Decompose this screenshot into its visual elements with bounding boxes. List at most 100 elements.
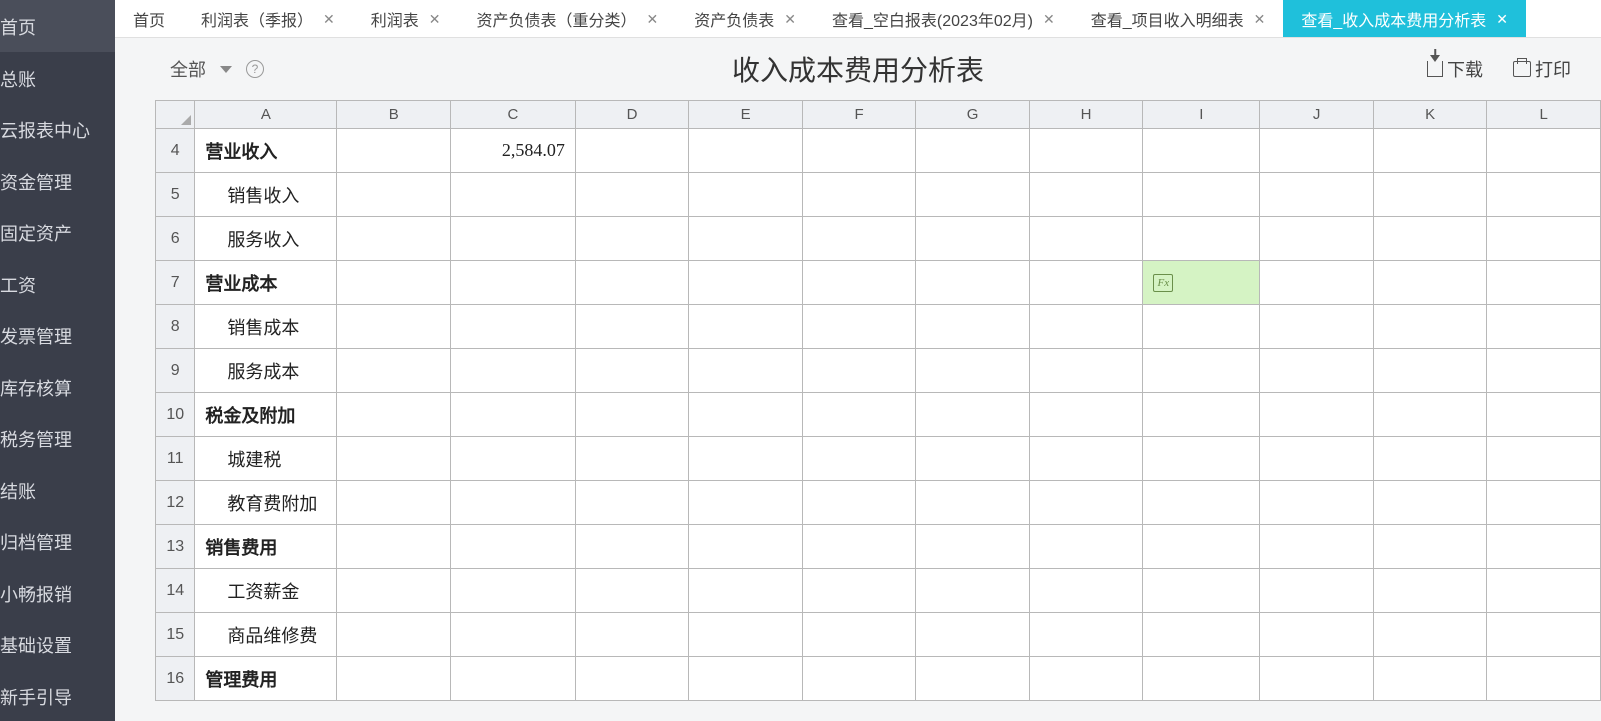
cell-J7[interactable] [1260, 261, 1373, 305]
cell-G8[interactable] [916, 305, 1029, 349]
cell-F9[interactable] [802, 349, 915, 393]
cell-D16[interactable] [575, 657, 688, 701]
cell-L8[interactable] [1487, 305, 1601, 349]
cell-E14[interactable] [689, 569, 802, 613]
formula-icon[interactable]: Fx [1153, 274, 1173, 292]
sidebar-item-12[interactable]: 基础设置 [0, 618, 115, 670]
cell-B8[interactable] [337, 305, 450, 349]
cell-J6[interactable] [1260, 217, 1373, 261]
cell-C10[interactable] [450, 393, 575, 437]
cell-B6[interactable] [337, 217, 450, 261]
cell-B13[interactable] [337, 525, 450, 569]
cell-C7[interactable] [450, 261, 575, 305]
sidebar-item-13[interactable]: 新手引导 [0, 670, 115, 721]
tab-2[interactable]: 利润表✕ [353, 0, 459, 37]
tab-1[interactable]: 利润表（季报）✕ [183, 0, 353, 37]
cell-I13[interactable] [1143, 525, 1260, 569]
close-icon[interactable]: ✕ [647, 12, 659, 26]
cell-G14[interactable] [916, 569, 1029, 613]
print-button[interactable]: 打印 [1513, 56, 1571, 82]
column-header-J[interactable]: J [1260, 101, 1373, 129]
cell-A10[interactable]: 税金及附加 [195, 393, 337, 437]
cell-C8[interactable] [450, 305, 575, 349]
cell-E10[interactable] [689, 393, 802, 437]
cell-C12[interactable] [450, 481, 575, 525]
cell-F10[interactable] [802, 393, 915, 437]
cell-F7[interactable] [802, 261, 915, 305]
cell-C9[interactable] [450, 349, 575, 393]
cell-L13[interactable] [1487, 525, 1601, 569]
cell-D11[interactable] [575, 437, 688, 481]
cell-B5[interactable] [337, 173, 450, 217]
cell-F4[interactable] [802, 129, 915, 173]
cell-G9[interactable] [916, 349, 1029, 393]
cell-C16[interactable] [450, 657, 575, 701]
column-header-A[interactable]: A [195, 101, 337, 129]
cell-B10[interactable] [337, 393, 450, 437]
column-header-D[interactable]: D [575, 101, 688, 129]
row-header[interactable]: 12 [156, 481, 195, 525]
sidebar-item-1[interactable]: 总账 [0, 52, 115, 104]
spreadsheet[interactable]: ABCDEFGHIJKL4营业收入2,584.075销售收入6服务收入7营业成本… [115, 100, 1601, 721]
sidebar-item-2[interactable]: 云报表中心 [0, 103, 115, 155]
cell-I15[interactable] [1143, 613, 1260, 657]
cell-H8[interactable] [1029, 305, 1142, 349]
cell-B12[interactable] [337, 481, 450, 525]
cell-D6[interactable] [575, 217, 688, 261]
cell-C14[interactable] [450, 569, 575, 613]
cell-K6[interactable] [1373, 217, 1486, 261]
cell-A16[interactable]: 管理费用 [195, 657, 337, 701]
cell-H12[interactable] [1029, 481, 1142, 525]
cell-J12[interactable] [1260, 481, 1373, 525]
column-header-G[interactable]: G [916, 101, 1029, 129]
column-header-E[interactable]: E [689, 101, 802, 129]
cell-D13[interactable] [575, 525, 688, 569]
cell-J9[interactable] [1260, 349, 1373, 393]
cell-D9[interactable] [575, 349, 688, 393]
tab-0[interactable]: 首页 [115, 0, 183, 37]
row-header[interactable]: 16 [156, 657, 195, 701]
cell-D15[interactable] [575, 613, 688, 657]
cell-B7[interactable] [337, 261, 450, 305]
cell-E16[interactable] [689, 657, 802, 701]
sidebar-item-6[interactable]: 发票管理 [0, 309, 115, 361]
column-header-H[interactable]: H [1029, 101, 1142, 129]
cell-L11[interactable] [1487, 437, 1601, 481]
cell-D12[interactable] [575, 481, 688, 525]
column-header-K[interactable]: K [1373, 101, 1486, 129]
sidebar-item-7[interactable]: 库存核算 [0, 361, 115, 413]
close-icon[interactable]: ✕ [1043, 12, 1055, 26]
sidebar-item-10[interactable]: 归档管理 [0, 515, 115, 567]
cell-J5[interactable] [1260, 173, 1373, 217]
cell-F15[interactable] [802, 613, 915, 657]
cell-J13[interactable] [1260, 525, 1373, 569]
cell-J15[interactable] [1260, 613, 1373, 657]
download-button[interactable]: 下载 [1427, 56, 1483, 82]
cell-E8[interactable] [689, 305, 802, 349]
row-header[interactable]: 7 [156, 261, 195, 305]
row-header[interactable]: 8 [156, 305, 195, 349]
cell-B4[interactable] [337, 129, 450, 173]
cell-H7[interactable] [1029, 261, 1142, 305]
cell-E4[interactable] [689, 129, 802, 173]
cell-E15[interactable] [689, 613, 802, 657]
row-header[interactable]: 13 [156, 525, 195, 569]
tab-7[interactable]: 查看_收入成本费用分析表✕ [1283, 0, 1526, 37]
cell-H4[interactable] [1029, 129, 1142, 173]
cell-G13[interactable] [916, 525, 1029, 569]
row-header[interactable]: 5 [156, 173, 195, 217]
cell-I6[interactable] [1143, 217, 1260, 261]
cell-K14[interactable] [1373, 569, 1486, 613]
sidebar-item-11[interactable]: 小畅报销 [0, 567, 115, 619]
cell-A5[interactable]: 销售收入 [195, 173, 337, 217]
cell-E13[interactable] [689, 525, 802, 569]
column-header-B[interactable]: B [337, 101, 450, 129]
tab-5[interactable]: 查看_空白报表(2023年02月)✕ [814, 0, 1073, 37]
cell-E5[interactable] [689, 173, 802, 217]
row-header[interactable]: 9 [156, 349, 195, 393]
cell-F16[interactable] [802, 657, 915, 701]
cell-A12[interactable]: 教育费附加 [195, 481, 337, 525]
cell-I12[interactable] [1143, 481, 1260, 525]
cell-I5[interactable] [1143, 173, 1260, 217]
cell-D4[interactable] [575, 129, 688, 173]
